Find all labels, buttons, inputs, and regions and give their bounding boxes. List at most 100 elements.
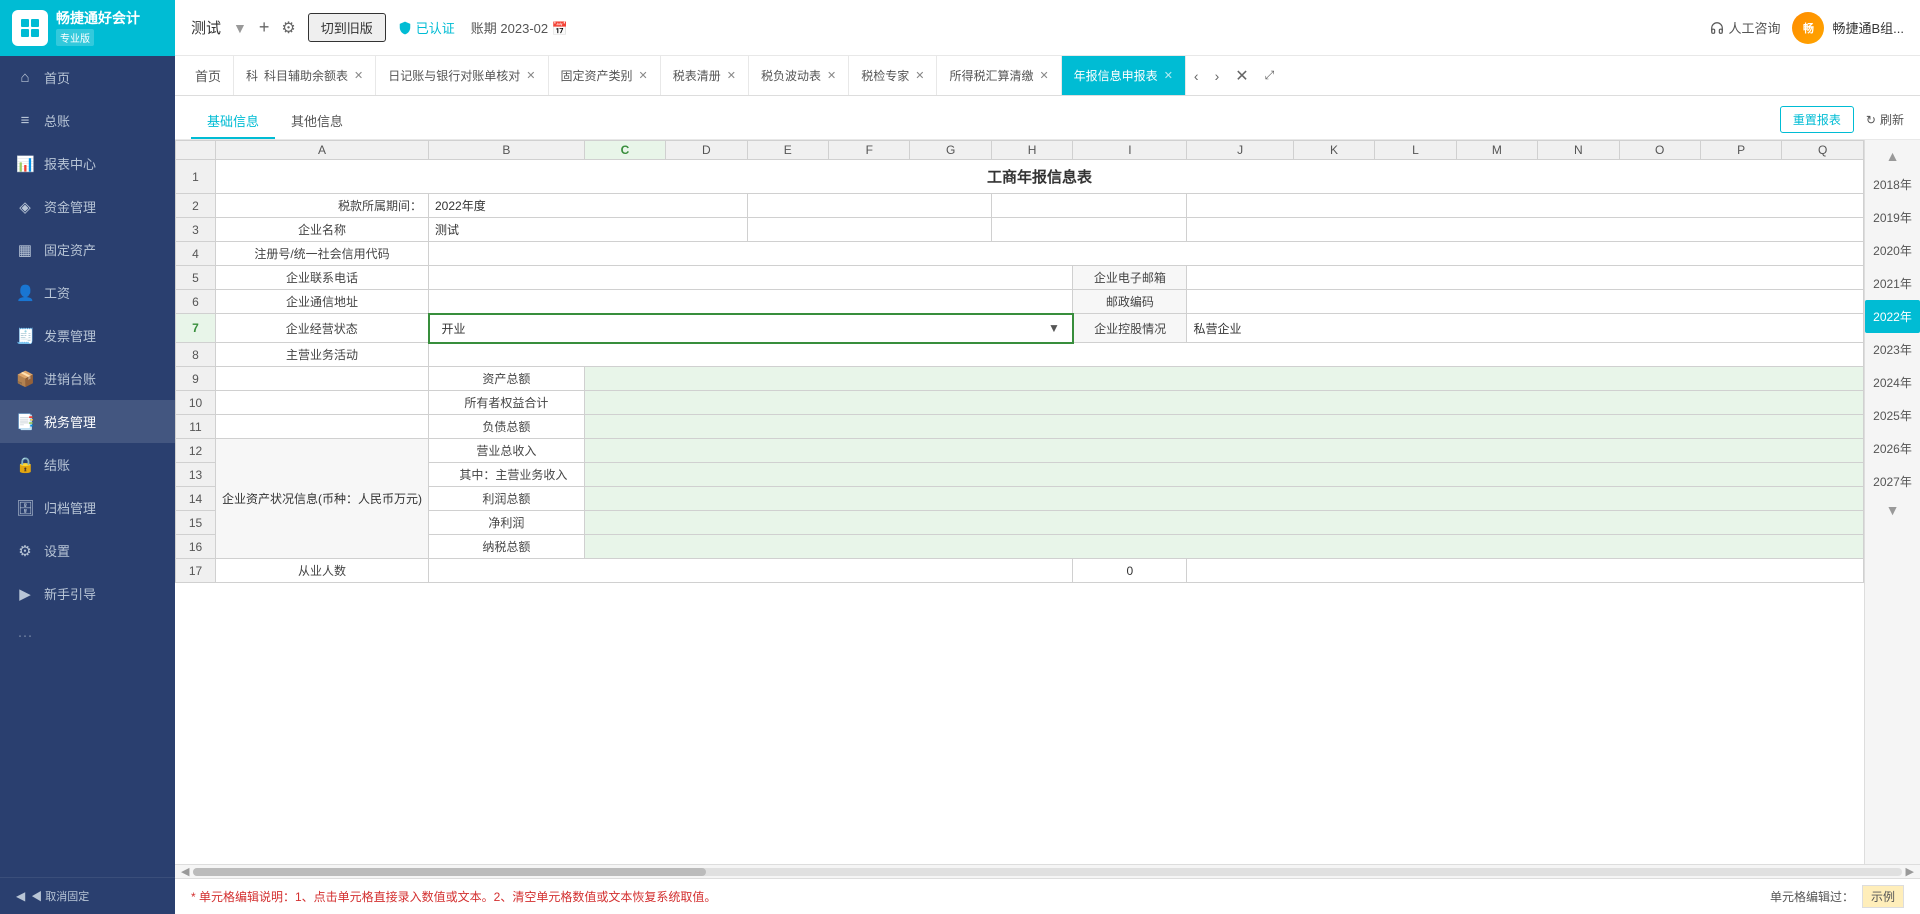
cell-A5[interactable]: 企业联系电话 (216, 266, 429, 290)
cell-A9[interactable] (216, 367, 429, 391)
cell-F3[interactable] (747, 218, 991, 242)
sub-tab-other[interactable]: 其他信息 (275, 104, 359, 139)
cell-C4[interactable] (429, 242, 1864, 266)
cell-A10[interactable] (216, 391, 429, 415)
tab-fixed-assets[interactable]: 固定资产类别 ✕ (549, 56, 661, 96)
tab-close-btn[interactable]: ✕ (727, 69, 736, 82)
cell-J2[interactable] (1187, 194, 1864, 218)
sidebar-item-ledger[interactable]: ≡ 总账 (0, 99, 175, 142)
cell-K17[interactable] (1187, 559, 1864, 583)
year-panel-down-btn[interactable]: ▼ (1865, 498, 1920, 522)
year-item-2027[interactable]: 2027年 (1865, 465, 1920, 498)
cell-C6[interactable] (429, 290, 1073, 314)
sidebar-item-invoices[interactable]: 🧾 发票管理 (0, 314, 175, 357)
expand-tabs-btn[interactable]: ⤢ (1257, 68, 1283, 83)
sidebar-item-reports[interactable]: 📊 报表中心 (0, 142, 175, 185)
tab-annual-report[interactable]: 年报信息申报表 ✕ (1062, 56, 1186, 96)
cell-J5[interactable]: 企业电子邮箱 (1073, 266, 1187, 290)
col-header-G[interactable]: G (910, 141, 991, 160)
cell-J17[interactable]: 0 (1073, 559, 1187, 583)
cell-B11[interactable]: 负债总额 (429, 415, 585, 439)
sidebar-item-fixed-assets[interactable]: ▦ 固定资产 (0, 228, 175, 271)
col-header-L[interactable]: L (1375, 141, 1456, 160)
cell-B10[interactable]: 所有者权益合计 (429, 391, 585, 415)
cell-B15[interactable]: 净利润 (429, 511, 585, 535)
year-item-2026[interactable]: 2026年 (1865, 432, 1920, 465)
refresh-btn[interactable]: ↻ 刷新 (1866, 111, 1904, 128)
cell-F2[interactable] (747, 194, 991, 218)
sidebar-item-funds[interactable]: ◈ 资金管理 (0, 185, 175, 228)
collapse-sidebar-btn[interactable]: ◀ ◀ 取消固定 (0, 877, 175, 914)
title-dropdown-btn[interactable]: ▼ (233, 20, 247, 36)
cell-A6[interactable]: 企业通信地址 (216, 290, 429, 314)
tab-income-tax[interactable]: 所得税汇算清缴 ✕ (937, 56, 1061, 96)
tabs-prev-btn[interactable]: ‹ (1186, 68, 1207, 84)
scrollbar-thumb[interactable] (193, 868, 705, 876)
cell-C5[interactable] (429, 266, 1073, 290)
sidebar-item-archive[interactable]: 🗄 归档管理 (0, 486, 175, 529)
reset-report-btn[interactable]: 重置报表 (1780, 106, 1854, 133)
scroll-right-btn[interactable]: ▶ (1902, 865, 1918, 878)
horizontal-scrollbar[interactable]: ◀ ▶ (175, 864, 1920, 878)
scroll-left-btn[interactable]: ◀ (177, 865, 193, 878)
col-header-M[interactable]: M (1456, 141, 1537, 160)
cell-A2[interactable]: 税款所属期间： (216, 194, 429, 218)
cell-J3[interactable] (1187, 218, 1864, 242)
col-header-N[interactable]: N (1538, 141, 1619, 160)
cell-D15[interactable] (584, 511, 1863, 535)
tab-close-btn[interactable]: ✕ (915, 69, 924, 82)
close-all-tabs-btn[interactable]: ✕ (1227, 66, 1256, 86)
sidebar-item-settings[interactable]: ⚙ 设置 (0, 529, 175, 572)
col-header-P[interactable]: P (1700, 141, 1781, 160)
cell-A11[interactable] (216, 415, 429, 439)
col-header-B[interactable]: B (429, 141, 585, 160)
tab-close-btn[interactable]: ✕ (1039, 69, 1048, 82)
col-header-F[interactable]: F (829, 141, 910, 160)
col-header-E[interactable]: E (747, 141, 828, 160)
sidebar-item-tax[interactable]: 📑 税务管理 (0, 400, 175, 443)
col-header-D[interactable]: D (666, 141, 747, 160)
cell-D16[interactable] (584, 535, 1863, 559)
cell-D13[interactable] (584, 463, 1863, 487)
year-item-2023[interactable]: 2023年 (1865, 333, 1920, 366)
settings-btn[interactable]: ⚙ (281, 18, 295, 38)
cell-title[interactable]: 工商年报信息表 (216, 160, 1864, 194)
tab-close-btn[interactable]: ✕ (827, 69, 836, 82)
tab-journal-bank[interactable]: 日记账与银行对账单核对 ✕ (376, 56, 548, 96)
sidebar-item-home[interactable]: ⌂ 首页 (0, 56, 175, 99)
sidebar-item-guide[interactable]: ▶ 新手引导 (0, 572, 175, 615)
year-item-2021[interactable]: 2021年 (1865, 267, 1920, 300)
col-header-K[interactable]: K (1293, 141, 1374, 160)
tab-close-btn[interactable]: ✕ (354, 69, 363, 82)
col-header-Q[interactable]: Q (1782, 141, 1864, 160)
col-header-O[interactable]: O (1619, 141, 1700, 160)
cell-K5[interactable] (1187, 266, 1864, 290)
cell-A17[interactable]: 从业人数 (216, 559, 429, 583)
cell-H3[interactable] (991, 218, 1187, 242)
tab-close-btn[interactable]: ✕ (1164, 69, 1173, 82)
cell-D10[interactable] (584, 391, 1863, 415)
col-header-H[interactable]: H (991, 141, 1072, 160)
cell-K7[interactable]: 私营企业 (1187, 314, 1864, 343)
year-item-2024[interactable]: 2024年 (1865, 366, 1920, 399)
tab-aux-balance[interactable]: 科 科目辅助余额表 ✕ (234, 56, 376, 96)
tabs-next-btn[interactable]: › (1207, 68, 1228, 84)
cell-D12[interactable] (584, 439, 1863, 463)
sub-tab-basic[interactable]: 基础信息 (191, 104, 275, 139)
col-header-J[interactable]: J (1187, 141, 1293, 160)
add-tab-btn[interactable]: + (259, 17, 270, 38)
cell-C17[interactable] (429, 559, 1073, 583)
cell-D14[interactable] (584, 487, 1863, 511)
cell-J6[interactable]: 邮政编码 (1073, 290, 1187, 314)
tab-tax-summary[interactable]: 税表清册 ✕ (661, 56, 749, 96)
cell-B9[interactable]: 资产总额 (429, 367, 585, 391)
tab-tax-expert[interactable]: 税检专家 ✕ (849, 56, 937, 96)
sidebar-item-purchase-sales[interactable]: 📦 进销台账 (0, 357, 175, 400)
cell-D9[interactable] (584, 367, 1863, 391)
tab-tax-wave[interactable]: 税负波动表 ✕ (749, 56, 849, 96)
year-item-2019[interactable]: 2019年 (1865, 201, 1920, 234)
year-item-2025[interactable]: 2025年 (1865, 399, 1920, 432)
cell-A7[interactable]: 企业经营状态 (216, 314, 429, 343)
cell-C8[interactable] (429, 343, 1864, 367)
year-item-2020[interactable]: 2020年 (1865, 234, 1920, 267)
